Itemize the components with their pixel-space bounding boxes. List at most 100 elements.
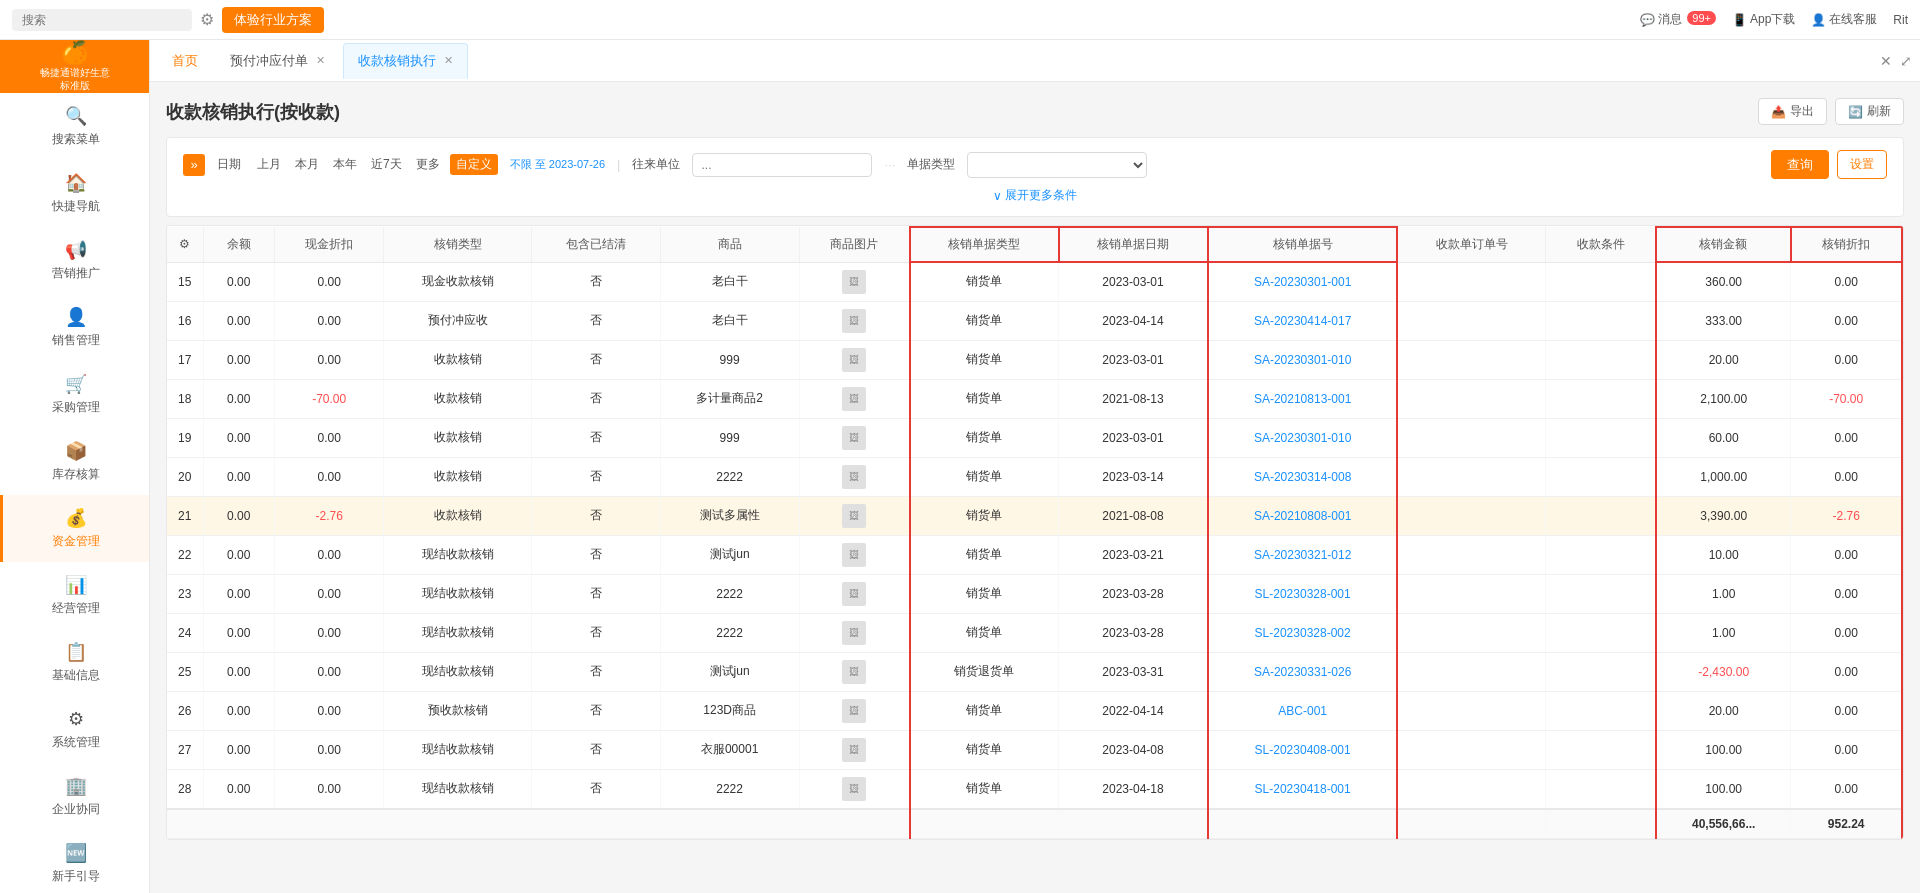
cancel-bill-no-link[interactable]: SA-20230414-017 xyxy=(1254,314,1351,328)
tab-cancel-close[interactable]: ✕ xyxy=(444,54,453,67)
sidebar-item-sales[interactable]: 👤 销售管理 xyxy=(0,294,149,361)
date-opt-this-month[interactable]: 本月 xyxy=(291,154,323,175)
cell-include-settled: 否 xyxy=(532,301,661,340)
refresh-label: 刷新 xyxy=(1867,103,1891,120)
cell-cancel-discount: -2.76 xyxy=(1791,496,1902,535)
cancel-bill-no-link[interactable]: SA-20210808-001 xyxy=(1254,509,1351,523)
cell-cancel-bill-date: 2023-03-28 xyxy=(1059,574,1208,613)
cell-include-settled: 否 xyxy=(532,613,661,652)
user-label: Rit xyxy=(1893,13,1908,27)
cancel-bill-no-link[interactable]: SL-20230328-001 xyxy=(1255,587,1351,601)
cell-receipt-condition xyxy=(1546,379,1656,418)
cell-goods-image: 🖼 xyxy=(799,574,909,613)
search-input[interactable] xyxy=(12,9,192,31)
cell-goods-image: 🖼 xyxy=(799,496,909,535)
refresh-icon: 🔄 xyxy=(1848,105,1863,119)
expand-more-btn[interactable]: ∨ 展开更多条件 xyxy=(993,187,1077,204)
cell-cancel-amount: 1.00 xyxy=(1656,613,1791,652)
cell-cancel-discount: 0.00 xyxy=(1791,418,1902,457)
sidebar-item-guide[interactable]: 🆕 新手引导 xyxy=(0,830,149,893)
sidebar-item-finance[interactable]: 💰 资金管理 xyxy=(0,495,149,562)
sidebar-item-system[interactable]: ⚙ 系统管理 xyxy=(0,696,149,763)
settings-icon[interactable]: ⚙ xyxy=(200,10,214,29)
cell-cancel-bill-date: 2023-04-18 xyxy=(1059,769,1208,809)
sidebar-item-nav[interactable]: 🏠 快捷导航 xyxy=(0,160,149,227)
cell-cancel-bill-date: 2023-03-01 xyxy=(1059,262,1208,301)
cell-goods: 测试jun xyxy=(660,652,799,691)
sidebar-item-purchase[interactable]: 🛒 采购管理 xyxy=(0,361,149,428)
sidebar-logo: 🍊 畅捷通谱好生意 标准版 xyxy=(0,40,149,93)
cell-balance: 0.00 xyxy=(203,535,274,574)
filter-expand-btn[interactable]: » xyxy=(183,154,205,176)
tab-bar: 首页 预付冲应付单 ✕ 收款核销执行 ✕ ✕ ⤢ xyxy=(150,40,1920,82)
cancel-bill-no-link[interactable]: SA-20230301-010 xyxy=(1254,431,1351,445)
tab-close-all-icon[interactable]: ✕ xyxy=(1880,53,1892,69)
filter-action-buttons: 查询 设置 xyxy=(1771,150,1887,179)
th-receipt-condition: 收款条件 xyxy=(1546,227,1656,262)
cell-include-settled: 否 xyxy=(532,418,661,457)
cancel-bill-no-link[interactable]: SA-20230301-001 xyxy=(1254,275,1351,289)
tab-prepay[interactable]: 预付冲应付单 ✕ xyxy=(216,44,339,78)
sidebar-item-operation[interactable]: 📊 经营管理 xyxy=(0,562,149,629)
industry-btn[interactable]: 体验行业方案 xyxy=(222,7,324,33)
query-btn[interactable]: 查询 xyxy=(1771,150,1829,179)
sidebar: 🍊 畅捷通谱好生意 标准版 🔍 搜索菜单 🏠 快捷导航 📢 营销推广 👤 销售管… xyxy=(0,40,150,893)
cancel-bill-no-link[interactable]: SA-20230301-010 xyxy=(1254,353,1351,367)
cancel-bill-no-link[interactable]: SA-20210813-001 xyxy=(1254,392,1351,406)
tab-prepay-close[interactable]: ✕ xyxy=(316,54,325,67)
cell-cancel-bill-date: 2023-03-21 xyxy=(1059,535,1208,574)
cancel-bill-no-link[interactable]: SL-20230418-001 xyxy=(1255,782,1351,796)
sidebar-item-inventory[interactable]: 📦 库存核算 xyxy=(0,428,149,495)
sidebar-item-label: 营销推广 xyxy=(52,265,100,282)
refresh-btn[interactable]: 🔄 刷新 xyxy=(1835,98,1904,125)
cell-cancel-discount: 0.00 xyxy=(1791,769,1902,809)
app-download-item[interactable]: 📱 App下载 xyxy=(1732,11,1795,28)
user-item[interactable]: Rit xyxy=(1893,13,1908,27)
sidebar-item-marketing[interactable]: 📢 营销推广 xyxy=(0,227,149,294)
sidebar-item-corp[interactable]: 🏢 企业协同 xyxy=(0,763,149,830)
date-opt-more[interactable]: 更多 xyxy=(412,154,444,175)
th-cancel-bill-type: 核销单据类型 xyxy=(910,227,1059,262)
date-opt-custom[interactable]: 自定义 xyxy=(450,154,498,175)
cell-seq: 28 xyxy=(167,769,203,809)
export-icon: 📤 xyxy=(1771,105,1786,119)
cancel-bill-no-link[interactable]: SA-20230314-008 xyxy=(1254,470,1351,484)
cell-seq: 18 xyxy=(167,379,203,418)
online-service-item[interactable]: 👤 在线客服 xyxy=(1811,11,1877,28)
message-item[interactable]: 💬 消息 99+ xyxy=(1640,11,1716,28)
table-row: 21 0.00 -2.76 收款核销 否 测试多属性 🖼 销货单 2021-08… xyxy=(167,496,1902,535)
tab-prepay-label: 预付冲应付单 xyxy=(230,52,308,70)
cell-cancel-type: 现结收款核销 xyxy=(384,574,532,613)
table-row: 28 0.00 0.00 现结收款核销 否 2222 🖼 销货单 2023-04… xyxy=(167,769,1902,809)
setting-btn[interactable]: 设置 xyxy=(1837,150,1887,179)
cancel-bill-no-link[interactable]: ABC-001 xyxy=(1278,704,1327,718)
page-title: 收款核销执行(按收款) xyxy=(166,100,340,124)
from-unit-input[interactable] xyxy=(692,153,872,177)
cancel-bill-no-link[interactable]: SL-20230408-001 xyxy=(1255,743,1351,757)
th-settings[interactable]: ⚙ xyxy=(167,227,203,262)
sidebar-item-base[interactable]: 📋 基础信息 xyxy=(0,629,149,696)
cell-cancel-bill-no: SA-20230414-017 xyxy=(1208,301,1398,340)
tab-expand-icon[interactable]: ⤢ xyxy=(1900,53,1912,69)
cell-cancel-type: 预付冲应收 xyxy=(384,301,532,340)
cancel-bill-no-link[interactable]: SA-20230331-026 xyxy=(1254,665,1351,679)
date-opt-7days[interactable]: 近7天 xyxy=(367,154,406,175)
export-btn[interactable]: 📤 导出 xyxy=(1758,98,1827,125)
app-icon: 📱 xyxy=(1732,13,1747,27)
cell-cancel-bill-no: SA-20210808-001 xyxy=(1208,496,1398,535)
date-opt-this-year[interactable]: 本年 xyxy=(329,154,361,175)
sidebar-item-search[interactable]: 🔍 搜索菜单 xyxy=(0,93,149,160)
bill-type-select[interactable] xyxy=(967,152,1147,178)
tab-home[interactable]: 首页 xyxy=(158,44,212,78)
date-opt-last-month[interactable]: 上月 xyxy=(253,154,285,175)
cell-cash-discount: -70.00 xyxy=(274,379,384,418)
cell-include-settled: 否 xyxy=(532,496,661,535)
cancel-bill-no-link[interactable]: SL-20230328-002 xyxy=(1255,626,1351,640)
tab-cancel[interactable]: 收款核销执行 ✕ xyxy=(343,43,468,79)
cell-receipt-condition xyxy=(1546,496,1656,535)
cell-seq: 17 xyxy=(167,340,203,379)
cancel-bill-no-link[interactable]: SA-20230321-012 xyxy=(1254,548,1351,562)
footer-cancel-bill-type xyxy=(910,809,1059,839)
top-bar-left: ⚙ 体验行业方案 xyxy=(12,7,1632,33)
cell-seq: 27 xyxy=(167,730,203,769)
